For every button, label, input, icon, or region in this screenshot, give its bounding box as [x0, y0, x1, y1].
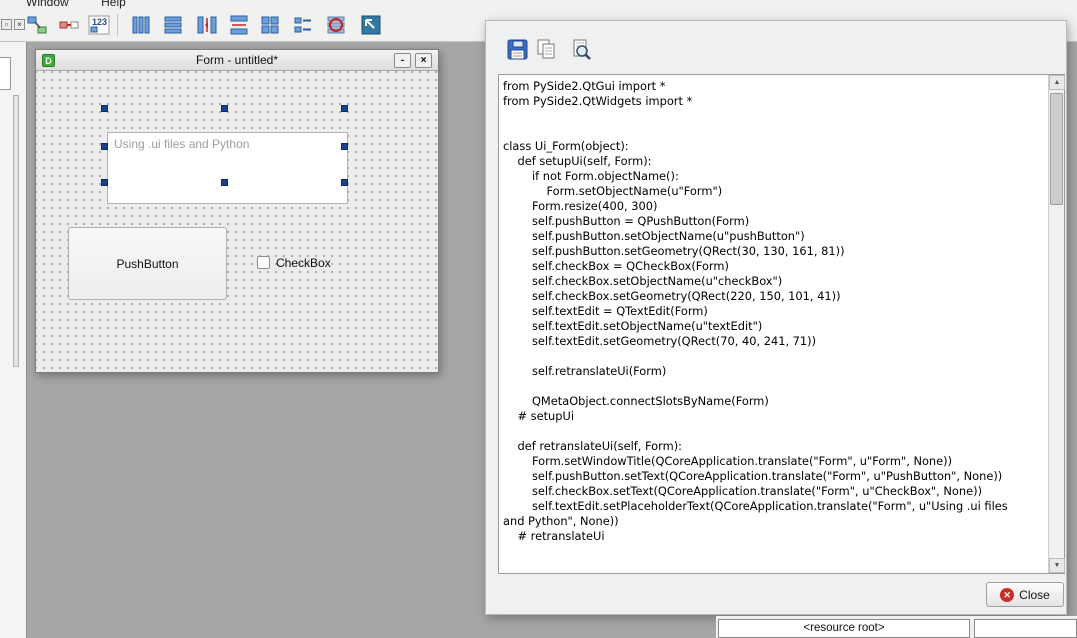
scrollbar-thumb[interactable]: [1050, 93, 1063, 205]
checkbox-widget[interactable]: [257, 256, 270, 269]
edit-signals-slots-icon[interactable]: [24, 12, 50, 38]
code-text[interactable]: from PySide2.QtGui import * from PySide2…: [503, 79, 1044, 569]
selection-handle-bottom-left[interactable]: [101, 179, 108, 186]
selection-handle-top-center[interactable]: [221, 105, 228, 112]
widget-box-dock: [0, 42, 27, 638]
save-icon[interactable]: [505, 37, 529, 61]
checkbox-label[interactable]: CheckBox: [276, 256, 331, 270]
code-view[interactable]: from PySide2.QtGui import * from PySide2…: [498, 74, 1065, 574]
edit-buddies-icon[interactable]: [56, 12, 82, 38]
copy-icon[interactable]: [534, 37, 558, 61]
widgetbox-float-icon[interactable]: ▫: [1, 19, 12, 30]
scroll-up-icon[interactable]: ▲: [1049, 75, 1065, 90]
minimize-button[interactable]: -: [394, 53, 411, 68]
close-button[interactable]: ×: [415, 53, 432, 68]
selection-handle-bottom-right[interactable]: [341, 179, 348, 186]
dialog-close-button[interactable]: ✕ Close: [986, 582, 1064, 607]
selection-handle-mid-left[interactable]: [101, 143, 108, 150]
splitter-horizontal-icon[interactable]: [194, 12, 220, 38]
form-window-title: Form - untitled*: [196, 53, 278, 67]
form-designer-window: D Form - untitled* - × Using .ui files a…: [35, 49, 439, 373]
textedit-placeholder: Using .ui files and Python: [108, 133, 347, 155]
code-preview-dialog: from PySide2.QtGui import * from PySide2…: [485, 20, 1067, 615]
print-preview-icon[interactable]: [569, 37, 593, 61]
form-window-titlebar[interactable]: D Form - untitled* - ×: [36, 50, 438, 71]
resource-browser-panel: <resource root>: [716, 616, 1077, 638]
edit-tab-order-icon[interactable]: 123: [86, 12, 112, 38]
menu-item-window[interactable]: Window: [26, 0, 69, 9]
layout-grid-icon[interactable]: [257, 12, 283, 38]
menu-item-help[interactable]: Help: [101, 0, 126, 9]
toolbar-separator: [117, 14, 118, 36]
pushbutton-widget[interactable]: PushButton: [68, 227, 227, 300]
selection-handle-top-left[interactable]: [101, 105, 108, 112]
resource-root-item[interactable]: <resource root>: [718, 619, 970, 638]
widget-box-scrollbar[interactable]: [13, 95, 19, 367]
form-canvas[interactable]: Using .ui files and Python PushButton Ch…: [36, 71, 438, 372]
code-scrollbar[interactable]: ▲ ▼: [1048, 75, 1064, 573]
widget-filter-input[interactable]: [0, 57, 11, 90]
svg-text:123: 123: [92, 17, 107, 27]
scroll-down-icon[interactable]: ▼: [1049, 558, 1065, 573]
layout-horizontal-icon[interactable]: [128, 12, 154, 38]
splitter-vertical-icon[interactable]: [226, 12, 252, 38]
layout-vertical-icon[interactable]: [160, 12, 186, 38]
close-x-icon: ✕: [1000, 588, 1014, 602]
resource-side-box[interactable]: [974, 619, 1077, 638]
selection-handle-mid-right[interactable]: [341, 143, 348, 150]
menu-bar: Window Help: [0, 0, 1077, 9]
textedit-widget[interactable]: Using .ui files and Python: [107, 132, 348, 204]
selection-handle-top-right[interactable]: [341, 105, 348, 112]
layout-form-icon[interactable]: [290, 12, 316, 38]
close-button-label: Close: [1019, 588, 1050, 602]
break-layout-icon[interactable]: [323, 12, 349, 38]
selection-handle-bottom-center[interactable]: [221, 179, 228, 186]
adjust-size-icon[interactable]: [358, 12, 384, 38]
designer-form-icon: D: [42, 54, 55, 67]
